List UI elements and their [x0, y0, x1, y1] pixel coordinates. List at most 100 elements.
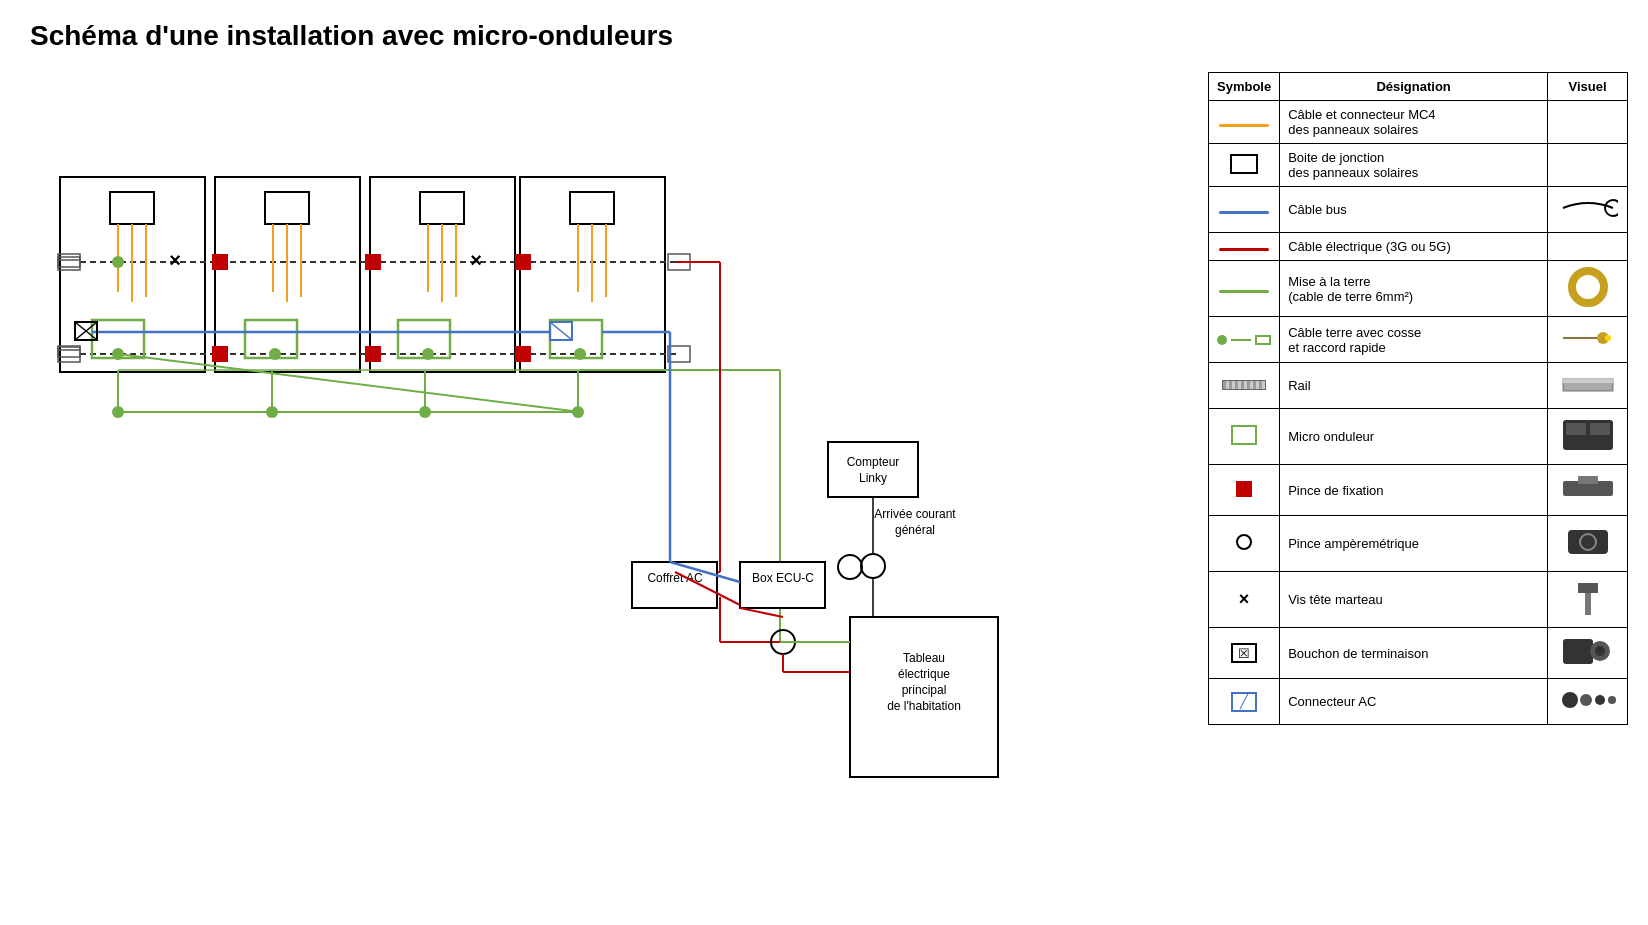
legend-visual-vis: [1548, 572, 1628, 628]
legend-visual-cable-elec: [1548, 233, 1628, 261]
orange-line-symbol: [1219, 124, 1269, 127]
legend-row-pince-fix: Pince de fixation: [1209, 465, 1628, 516]
svg-rect-115: [1563, 639, 1593, 664]
legend-designation-cable-elec: Câble électrique (3G ou 5G): [1280, 233, 1548, 261]
legend-designation-terre: Mise à la terre(cable de terre 6mm²): [1280, 261, 1548, 317]
page-title: Schéma d'une installation avec micro-ond…: [0, 0, 1648, 62]
svg-rect-1: [110, 192, 154, 224]
legend-visual-orange: [1548, 101, 1628, 144]
svg-line-47: [550, 322, 572, 340]
svg-line-53: [118, 354, 580, 412]
svg-rect-39: [515, 346, 531, 362]
red-line-symbol: [1219, 248, 1269, 251]
legend-designation-pince-fix: Pince de fixation: [1280, 465, 1548, 516]
svg-text:de l'habitation: de l'habitation: [887, 699, 961, 713]
legend-row-pince-amp: Pince ampèremétrique: [1209, 516, 1628, 572]
svg-rect-81: [850, 617, 998, 777]
legend-designation-pince-amp: Pince ampèremétrique: [1280, 516, 1548, 572]
svg-point-52: [112, 256, 124, 268]
legend-designation-junction: Boite de jonctiondes panneaux solaires: [1280, 144, 1548, 187]
legend-row-bouchon: ☒ Bouchon de terminaison: [1209, 628, 1628, 679]
x-symbol: ×: [1239, 589, 1250, 609]
legend-header-symbole: Symbole: [1209, 73, 1280, 101]
svg-rect-107: [1566, 423, 1586, 435]
svg-point-50: [422, 348, 434, 360]
svg-line-96: [740, 608, 783, 617]
diagram-area: × ×: [20, 62, 1188, 907]
svg-rect-108: [1590, 423, 1610, 435]
legend-visual-micro: [1548, 409, 1628, 465]
legend-container: Symbole Désignation Visuel Câble et conn…: [1208, 62, 1628, 907]
svg-point-103: [1605, 335, 1611, 341]
svg-rect-2: [58, 257, 80, 267]
legend-visual-cosse: [1548, 317, 1628, 363]
svg-point-119: [1580, 694, 1592, 706]
svg-rect-34: [212, 254, 228, 270]
legend-row-vis: × Vis tête marteau: [1209, 572, 1628, 628]
legend-designation-orange: Câble et connecteur MC4des panneaux sola…: [1280, 101, 1548, 144]
svg-rect-113: [1578, 583, 1598, 593]
svg-rect-105: [1563, 379, 1613, 383]
box-slash-symbol: ╱: [1231, 692, 1257, 712]
legend-row-micro: Micro onduleur: [1209, 409, 1628, 465]
svg-rect-11: [570, 192, 614, 224]
svg-text:Linky: Linky: [859, 471, 887, 485]
svg-rect-17: [58, 346, 80, 362]
legend-designation-cosse: Câble terre avec cosseet raccord rapide: [1280, 317, 1548, 363]
svg-point-118: [1562, 692, 1578, 708]
legend-visual-terre: [1548, 261, 1628, 317]
legend-visual-junction: [1548, 144, 1628, 187]
svg-rect-114: [1585, 593, 1591, 615]
svg-point-120: [1595, 695, 1605, 705]
legend-row-cable-bus: Câble bus: [1209, 187, 1628, 233]
legend-row-rail: Rail: [1209, 363, 1628, 409]
rail-symbol: [1222, 380, 1266, 390]
svg-point-79: [838, 555, 862, 579]
legend-row-junction: Boite de jonctiondes panneaux solaires: [1209, 144, 1628, 187]
circle-symbol: [1236, 534, 1252, 550]
legend-designation-vis: Vis tête marteau: [1280, 572, 1548, 628]
micro-box-symbol: [1231, 425, 1257, 445]
legend-visual-connecteur: [1548, 679, 1628, 725]
svg-rect-7: [265, 192, 309, 224]
green-line-symbol: [1219, 290, 1269, 293]
svg-point-49: [269, 348, 281, 360]
legend-designation-cable-bus: Câble bus: [1280, 187, 1548, 233]
legend-header-visuel: Visuel: [1548, 73, 1628, 101]
svg-text:principal: principal: [902, 683, 947, 697]
legend-visual-rail: [1548, 363, 1628, 409]
legend-row-orange-cable: Câble et connecteur MC4des panneaux sola…: [1209, 101, 1628, 144]
svg-point-100: [1572, 271, 1604, 303]
legend-row-terre: Mise à la terre(cable de terre 6mm²): [1209, 261, 1628, 317]
svg-text:×: ×: [169, 249, 181, 271]
red-square-symbol: [1236, 481, 1252, 497]
svg-rect-38: [365, 346, 381, 362]
legend-row-cosse: Câble terre avec cosseet raccord rapide: [1209, 317, 1628, 363]
svg-rect-110: [1578, 476, 1598, 484]
legend-designation-bouchon: Bouchon de terminaison: [1280, 628, 1548, 679]
svg-text:Tableau: Tableau: [903, 651, 945, 665]
green-dot-line-symbol: [1217, 335, 1271, 345]
blue-line-symbol: [1219, 211, 1269, 214]
svg-rect-72: [632, 562, 717, 608]
box-x-symbol: ☒: [1231, 643, 1257, 663]
legend-visual-bouchon: [1548, 628, 1628, 679]
legend-designation-connecteur: Connecteur AC: [1280, 679, 1548, 725]
legend-row-cable-elec: Câble électrique (3G ou 5G): [1209, 233, 1628, 261]
svg-rect-9: [420, 192, 464, 224]
svg-rect-36: [515, 254, 531, 270]
box-symbol: [1230, 154, 1258, 174]
svg-text:électrique: électrique: [898, 667, 950, 681]
schematic-svg: × ×: [20, 62, 1180, 892]
legend-visual-pince-fix: [1548, 465, 1628, 516]
svg-point-51: [574, 348, 586, 360]
legend-table: Symbole Désignation Visuel Câble et conn…: [1208, 72, 1628, 725]
svg-point-121: [1608, 696, 1616, 704]
svg-rect-35: [365, 254, 381, 270]
svg-text:Box ECU-C: Box ECU-C: [752, 571, 814, 585]
svg-rect-4: [58, 347, 80, 357]
svg-text:Arrivée courant: Arrivée courant: [874, 507, 956, 521]
svg-text:général: général: [895, 523, 935, 537]
svg-rect-37: [212, 346, 228, 362]
svg-text:Compteur: Compteur: [847, 455, 900, 469]
